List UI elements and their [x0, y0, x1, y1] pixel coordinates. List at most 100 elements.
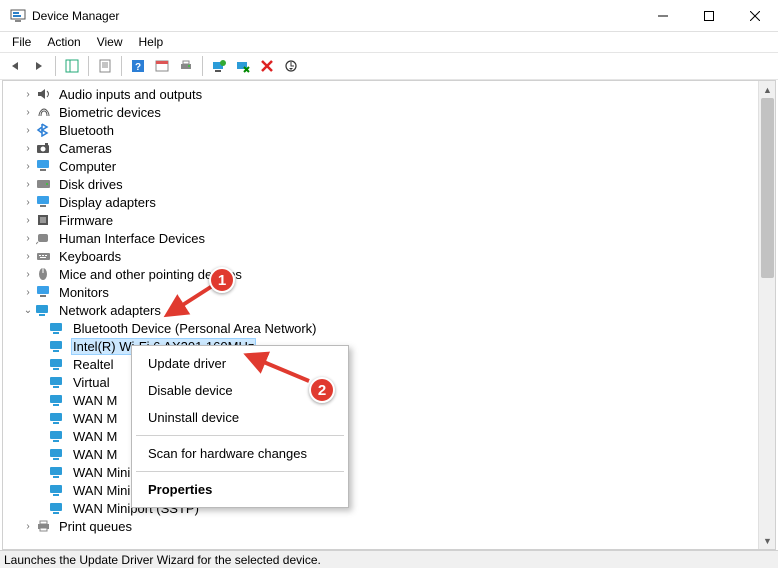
tree-device[interactable]: ›Intel(R) Wi-Fi 6 AX201 160MHz: [3, 337, 775, 355]
ctx-properties[interactable]: Properties: [134, 476, 346, 503]
forward-button[interactable]: [28, 55, 50, 77]
ctx-scan-hardware[interactable]: Scan for hardware changes: [134, 440, 346, 467]
show-hide-console-tree-button[interactable]: [61, 55, 83, 77]
disable-device-toolbar-button[interactable]: [232, 55, 254, 77]
tree-category[interactable]: ›Display adapters: [3, 193, 775, 211]
expand-toggle[interactable]: ›: [21, 159, 35, 173]
tree-item-label: Firmware: [57, 213, 115, 228]
tree-item-label: WAN M: [71, 447, 119, 462]
camera-icon: [35, 140, 53, 156]
tree-item-label: Disk drives: [57, 177, 125, 192]
maximize-button[interactable]: [686, 0, 732, 31]
window-title: Device Manager: [32, 9, 640, 23]
tree-category[interactable]: › Cameras: [3, 139, 775, 157]
scrollbar-vertical[interactable]: ▲ ▼: [758, 81, 775, 549]
tree-category[interactable]: › Firmware: [3, 211, 775, 229]
scroll-up-button[interactable]: ▲: [759, 81, 776, 98]
expand-toggle[interactable]: ›: [21, 141, 35, 155]
tree-category[interactable]: › Audio inputs and outputs: [3, 85, 775, 103]
expand-toggle[interactable]: ›: [21, 285, 35, 299]
expand-toggle[interactable]: ›: [21, 267, 35, 281]
tree-category[interactable]: ›Print queues: [3, 517, 775, 535]
biometric-icon: [35, 104, 53, 120]
tree-category[interactable]: ›Computer: [3, 157, 775, 175]
statusbar: Launches the Update Driver Wizard for th…: [0, 550, 778, 568]
adapter-icon: [49, 392, 67, 408]
print-icon: [35, 518, 53, 534]
ctx-uninstall-device[interactable]: Uninstall device: [134, 404, 346, 431]
adapter-icon: [49, 356, 67, 372]
window-controls: [640, 0, 778, 31]
toolbar-icon-calendar[interactable]: [151, 55, 173, 77]
scroll-thumb[interactable]: [761, 98, 774, 278]
tree-category[interactable]: › Monitors: [3, 283, 775, 301]
uninstall-device-toolbar-button[interactable]: [256, 55, 278, 77]
tree-category[interactable]: ›Keyboards: [3, 247, 775, 265]
tree-category[interactable]: › Disk drives: [3, 175, 775, 193]
tree-item-label: Cameras: [57, 141, 114, 156]
menu-action[interactable]: Action: [39, 34, 88, 50]
tree-item-label: WAN M: [71, 429, 119, 444]
properties-button[interactable]: [94, 55, 116, 77]
menu-help[interactable]: Help: [131, 34, 172, 50]
tree-item-label: Bluetooth: [57, 123, 116, 138]
menu-file[interactable]: File: [4, 34, 39, 50]
tree-device[interactable]: ›WAN Miniport (PPPOE): [3, 463, 775, 481]
tree-device[interactable]: ›Virtual: [3, 373, 775, 391]
tree-device[interactable]: ›Realtel: [3, 355, 775, 373]
scroll-down-button[interactable]: ▼: [759, 532, 776, 549]
adapter-icon: [49, 464, 67, 480]
tree-item-label: WAN M: [71, 393, 119, 408]
bluetooth-icon: [35, 122, 53, 138]
tree-item-label: Network adapters: [57, 303, 163, 318]
expand-toggle[interactable]: ›: [21, 87, 35, 101]
tree-category[interactable]: ›Mice and other pointing devices: [3, 265, 775, 283]
hid-icon: [35, 230, 53, 246]
statusbar-text: Launches the Update Driver Wizard for th…: [4, 553, 321, 567]
adapter-icon: [49, 320, 67, 336]
tree-category-network[interactable]: ⌄ Network adapters: [3, 301, 775, 319]
tree-device[interactable]: ›WAN M: [3, 409, 775, 427]
expand-toggle[interactable]: ›: [21, 105, 35, 119]
device-tree[interactable]: › Audio inputs and outputs›Biometric devi…: [3, 81, 775, 539]
tree-item-label: Audio inputs and outputs: [57, 87, 204, 102]
tree-device[interactable]: ›WAN Miniport (SSTP): [3, 499, 775, 517]
expand-toggle[interactable]: ›: [21, 231, 35, 245]
back-button[interactable]: [4, 55, 26, 77]
toolbar-icon-print[interactable]: [175, 55, 197, 77]
expand-toggle[interactable]: ›: [21, 123, 35, 137]
expand-toggle[interactable]: ›: [21, 249, 35, 263]
device-tree-panel: › Audio inputs and outputs›Biometric devi…: [2, 80, 776, 550]
tree-item-label: Realtel: [71, 357, 115, 372]
update-driver-toolbar-button[interactable]: [208, 55, 230, 77]
network-icon: [35, 302, 53, 318]
menu-view[interactable]: View: [89, 34, 131, 50]
minimize-button[interactable]: [640, 0, 686, 31]
adapter-icon: [49, 482, 67, 498]
expand-toggle[interactable]: ›: [21, 177, 35, 191]
expand-toggle[interactable]: ⌄: [21, 303, 35, 317]
adapter-icon: [49, 338, 67, 354]
expand-toggle[interactable]: ›: [21, 519, 35, 533]
ctx-separator: [136, 471, 344, 472]
adapter-icon: [49, 446, 67, 462]
tree-category[interactable]: › Bluetooth: [3, 121, 775, 139]
scan-hardware-toolbar-button[interactable]: [280, 55, 302, 77]
help-button[interactable]: ?: [127, 55, 149, 77]
tree-device[interactable]: ›Bluetooth Device (Personal Area Network…: [3, 319, 775, 337]
tree-device[interactable]: ›WAN Miniport (PPTP): [3, 481, 775, 499]
tree-device[interactable]: ›WAN M: [3, 427, 775, 445]
tree-category[interactable]: ›Biometric devices: [3, 103, 775, 121]
tree-item-label: Monitors: [57, 285, 111, 300]
expand-toggle[interactable]: ›: [21, 213, 35, 227]
mouse-icon: [35, 266, 53, 282]
annotation-badge-1: 1: [209, 267, 235, 293]
tree-category[interactable]: › Human Interface Devices: [3, 229, 775, 247]
adapter-icon: [49, 410, 67, 426]
expand-toggle[interactable]: ›: [21, 195, 35, 209]
tree-item-label: Human Interface Devices: [57, 231, 207, 246]
firmware-icon: [35, 212, 53, 228]
tree-device[interactable]: ›WAN M: [3, 445, 775, 463]
close-button[interactable]: [732, 0, 778, 31]
tree-device[interactable]: ›WAN M: [3, 391, 775, 409]
